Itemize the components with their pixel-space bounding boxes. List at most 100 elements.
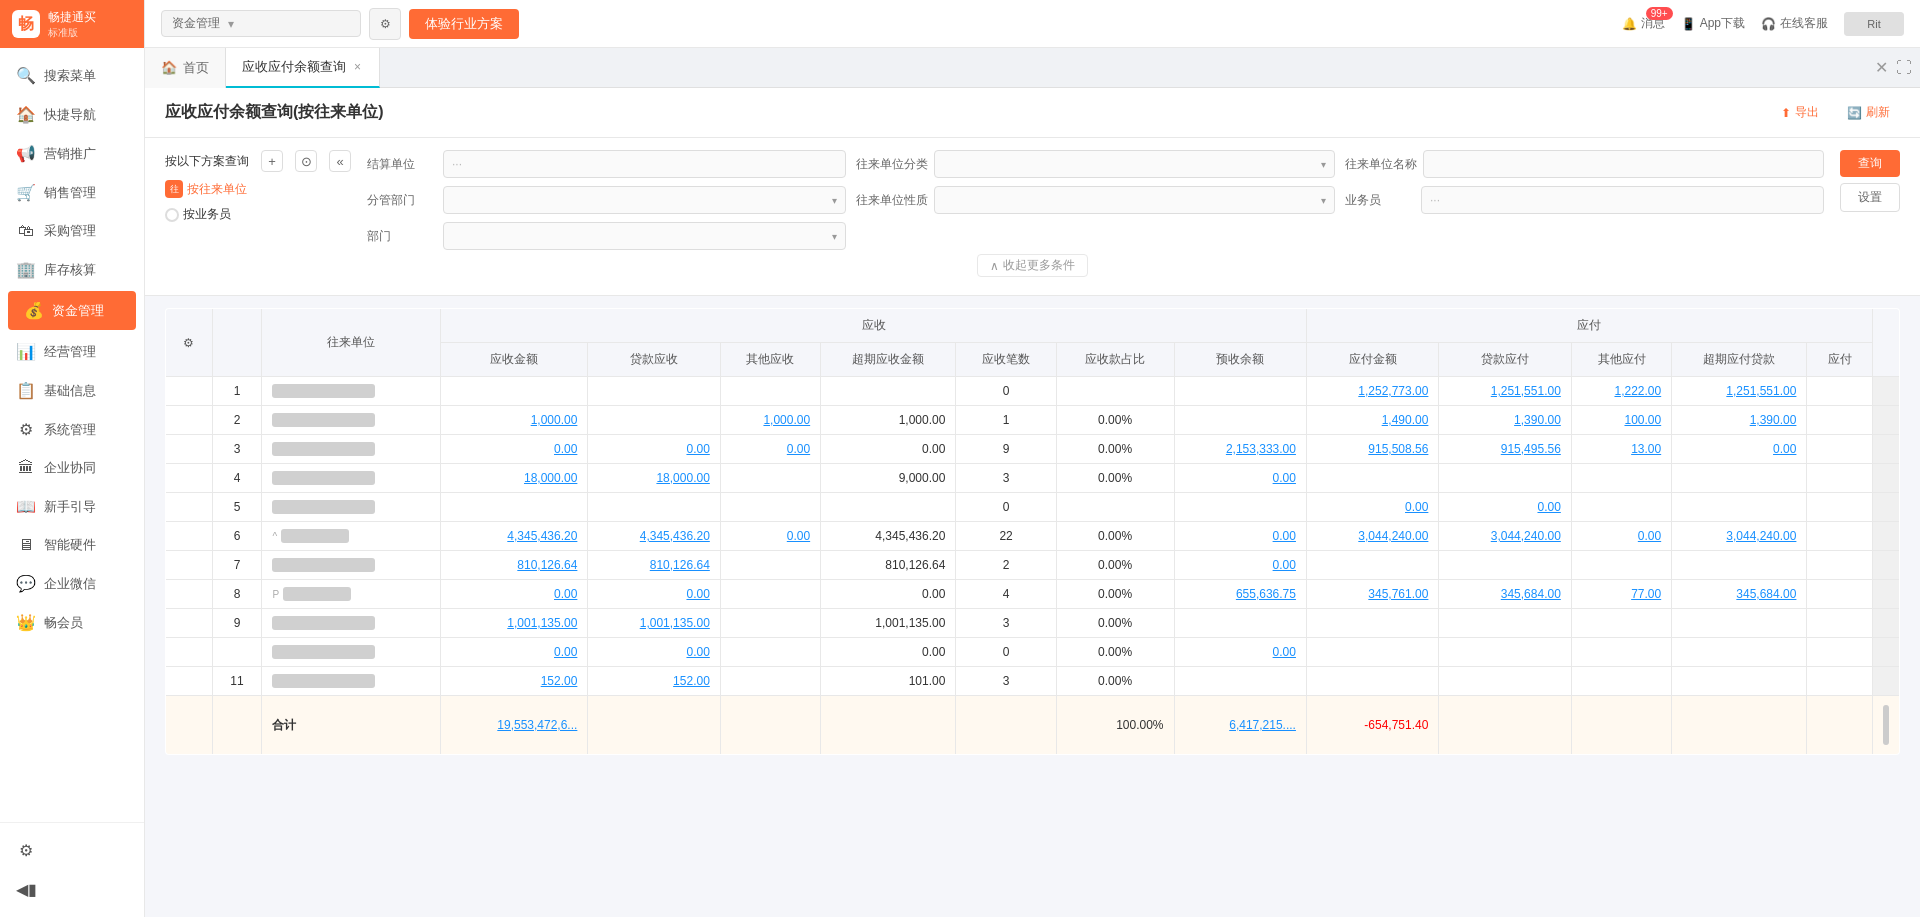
row-qita-yingfu-10	[1571, 667, 1671, 696]
table-row: 11 ████████████ 152.00 152.00 101.00 3 0…	[166, 667, 1900, 696]
sidebar-item-system[interactable]: ⚙ 系统管理	[0, 410, 144, 449]
yingfu-cont-header: 应付	[1807, 343, 1873, 377]
filter-add-button[interactable]: +	[261, 150, 283, 172]
query-button[interactable]: 查询	[1840, 150, 1900, 177]
row-settings-3[interactable]	[166, 464, 213, 493]
sidebar-item-hardware[interactable]: 🖥 智能硬件	[0, 526, 144, 564]
expand-window-icon[interactable]: ⛶	[1896, 59, 1912, 77]
user-avatar[interactable]: Rit	[1844, 12, 1904, 36]
sidebar-item-finance[interactable]: 💰 资金管理	[8, 291, 136, 330]
sidebar-item-shortcut[interactable]: 🏠 快捷导航	[0, 95, 144, 134]
sidebar-item-enterprise[interactable]: 🏛 企业协同	[0, 449, 144, 487]
export-button[interactable]: ⬆ 导出	[1771, 100, 1829, 125]
shortcut-icon: 🏠	[16, 105, 36, 124]
row-settings-10[interactable]	[166, 667, 213, 696]
yingfu-jine-header: 应付金额	[1306, 343, 1438, 377]
sidebar-label-enterprise: 企业协同	[44, 459, 96, 477]
row-chaoqi-yingfu-7: 345,684.00	[1672, 580, 1807, 609]
row-num-4: 5	[212, 493, 262, 522]
row-yushou-3: 0.00	[1174, 464, 1306, 493]
yewuyuan-input[interactable]: ···	[1421, 186, 1824, 214]
field-laiwai-xingzhi: 往来单位性质 ▾	[856, 186, 1335, 214]
row-settings-6[interactable]	[166, 551, 213, 580]
filter-collapse-button[interactable]: «	[329, 150, 351, 172]
row-chaoqi-yingfu-6	[1672, 551, 1807, 580]
row-yingshou-jine-10: 152.00	[441, 667, 588, 696]
settings-icon[interactable]: ⚙	[369, 8, 401, 40]
sidebar-item-basic[interactable]: 📋 基础信息	[0, 371, 144, 410]
row-qita-yingshou-10	[720, 667, 820, 696]
tab-home[interactable]: 🏠 首页	[145, 48, 226, 88]
collapse-conditions-button[interactable]: ∧ 收起更多条件	[977, 254, 1088, 277]
jiesuan-input[interactable]: ···	[443, 150, 846, 178]
field-bumen: 部门 ▾	[367, 222, 846, 250]
promo-button[interactable]: 体验行业方案	[409, 9, 519, 39]
filter-option-salesman[interactable]: 按业务员	[165, 206, 351, 223]
tab-close-icon[interactable]: ×	[352, 58, 363, 76]
row-settings-9[interactable]	[166, 638, 213, 667]
row-daikuan-yingshou-1	[588, 406, 720, 435]
filter-label: 按以下方案查询	[165, 153, 249, 170]
filter-settings-button[interactable]: ⊙	[295, 150, 317, 172]
refresh-button[interactable]: 🔄 刷新	[1837, 100, 1900, 125]
row-yingfu-jine-2: 915,508.56	[1306, 435, 1438, 464]
filter-option-unit[interactable]: 往 按往来单位	[165, 180, 351, 198]
sidebar-item-guide[interactable]: 📖 新手引导	[0, 487, 144, 526]
row-settings-4[interactable]	[166, 493, 213, 522]
row-qita-yingshou-8	[720, 609, 820, 638]
row-cont-2	[1807, 435, 1873, 464]
sidebar-gear[interactable]: ⚙	[0, 831, 144, 870]
row-settings-8[interactable]	[166, 609, 213, 638]
tab-receivable[interactable]: 应收应付余额查询 ×	[226, 48, 380, 88]
app-download[interactable]: 📱 App下载	[1681, 15, 1745, 32]
row-settings-7[interactable]	[166, 580, 213, 609]
sidebar-item-vip[interactable]: 👑 畅会员	[0, 603, 144, 642]
row-daikuan-yingshou-2: 0.00	[588, 435, 720, 464]
row-num-9	[212, 638, 262, 667]
sidebar-item-inventory[interactable]: 🏢 库存核算	[0, 250, 144, 289]
filter-settings2-button[interactable]: 设置	[1840, 183, 1900, 212]
row-chaoqi-jine-6: 810,126.64	[821, 551, 956, 580]
row-bishu-2: 9	[956, 435, 1056, 464]
table-row: 3 ████████████ 0.00 0.00 0.00 0.00 9 0.0…	[166, 435, 1900, 464]
notification-area[interactable]: 🔔 消息 99+	[1622, 15, 1665, 32]
dropdown-arrow-icon: ▾	[1321, 159, 1326, 170]
bumen-input[interactable]: ▾	[443, 222, 846, 250]
row-daikuan-yingshou-5: 4,345,436.20	[588, 522, 720, 551]
table-settings-header[interactable]: ⚙	[166, 309, 213, 377]
row-yingshou-jine-2: 0.00	[441, 435, 588, 464]
laiwai-fenlei-input[interactable]: ▾	[934, 150, 1335, 178]
row-chaoqi-yingfu-4	[1672, 493, 1807, 522]
sidebar-bottom: ⚙ ◀▮	[0, 822, 144, 917]
online-service[interactable]: 🎧 在线客服	[1761, 15, 1828, 32]
row-settings-0[interactable]	[166, 377, 213, 406]
row-settings-2[interactable]	[166, 435, 213, 464]
row-cont-7	[1807, 580, 1873, 609]
fenguan-input[interactable]: ▾	[443, 186, 846, 214]
breadcrumb[interactable]: 资金管理 ▾	[161, 10, 361, 37]
inventory-icon: 🏢	[16, 260, 36, 279]
management-icon: 📊	[16, 342, 36, 361]
row-zhanbi-1: 0.00%	[1056, 406, 1174, 435]
xingzhi-arrow-icon: ▾	[1321, 195, 1326, 206]
sidebar-item-marketing[interactable]: 📢 营销推广	[0, 134, 144, 173]
laiwai-xingzhi-input[interactable]: ▾	[934, 186, 1335, 214]
row-chaoqi-jine-2: 0.00	[821, 435, 956, 464]
close-window-icon[interactable]: ✕	[1875, 58, 1888, 77]
sidebar-item-sales[interactable]: 🛒 销售管理	[0, 173, 144, 212]
row-settings-1[interactable]	[166, 406, 213, 435]
row-zhanbi-8: 0.00%	[1056, 609, 1174, 638]
sidebar-item-purchase[interactable]: 🛍 采购管理	[0, 212, 144, 250]
row-yingfu-jine-10	[1306, 667, 1438, 696]
row-settings-5[interactable]	[166, 522, 213, 551]
field-jiesuan: 结算单位 ···	[367, 150, 846, 178]
row-yushou-2: 2,153,333.00	[1174, 435, 1306, 464]
main-content: 🏠 首页 应收应付余额查询 × ✕ ⛶ 应收应付余额查询(按往来单位) ⬆ 导出	[145, 48, 1920, 917]
sidebar-item-management[interactable]: 📊 经营管理	[0, 332, 144, 371]
laiwai-mingcheng-input[interactable]	[1423, 150, 1824, 178]
sidebar-item-search[interactable]: 🔍 搜索菜单	[0, 56, 144, 95]
sidebar-collapse[interactable]: ◀▮	[0, 870, 144, 909]
row-chaoqi-jine-9: 0.00	[821, 638, 956, 667]
table-row: 5 ████████████ 0 0.00 0.00	[166, 493, 1900, 522]
sidebar-item-wechat[interactable]: 💬 企业微信	[0, 564, 144, 603]
